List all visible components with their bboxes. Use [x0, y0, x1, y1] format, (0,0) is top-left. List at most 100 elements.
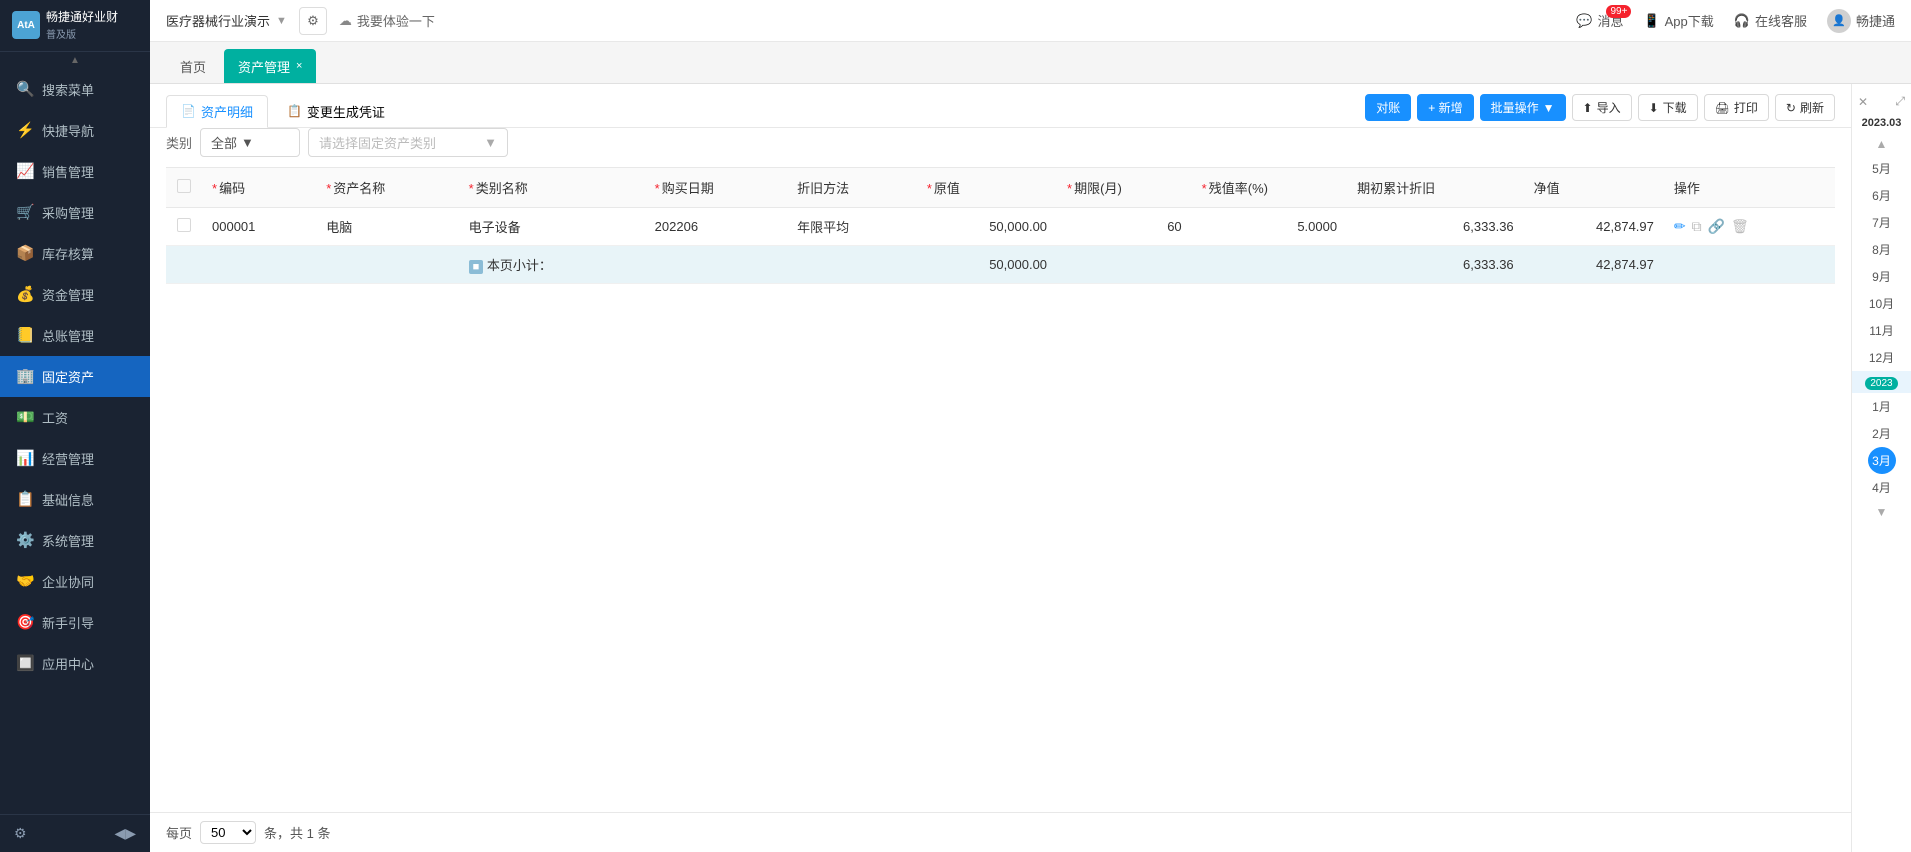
online-service-button[interactable]: 🎧 在线客服: [1734, 11, 1807, 30]
asset-table: *编码 *资产名称 *类别名称 *购买日期 折旧方法 *原值 *期限(月) *残…: [166, 167, 1835, 284]
header-purchase-date: *购买日期: [645, 168, 787, 208]
sidebar-item-guide[interactable]: 🎯新手引导: [0, 602, 150, 643]
sidebar-label-basic-info: 基础信息: [42, 490, 94, 509]
header-checkbox-cell: [166, 168, 202, 208]
purchase-icon: 🛒: [16, 203, 34, 221]
export-button[interactable]: ⬆ 导入: [1572, 94, 1632, 121]
cell-depreciation-method: 年限平均: [787, 208, 917, 246]
sidebar-item-fixed-assets[interactable]: 🏢 固定资产: [0, 356, 150, 397]
tabbar: 首页 资产管理 ×: [150, 42, 1911, 84]
subtab-asset-detail[interactable]: 📄 资产明细: [166, 95, 268, 128]
subtab-change-voucher[interactable]: 📋 变更生成凭证: [272, 95, 400, 127]
calendar-month-12月[interactable]: 12月: [1869, 344, 1894, 371]
sidebar-item-purchase[interactable]: 🛒采购管理: [0, 192, 150, 233]
company-selector[interactable]: 医疗器械行业演示 ▼: [166, 11, 287, 30]
print-button[interactable]: 🖨 打印: [1704, 94, 1769, 121]
logo-sub: 普及版: [46, 26, 118, 41]
subtotal-initial-accumulated: 6,333.36: [1347, 246, 1524, 284]
sidebar-item-inventory[interactable]: 📦库存核算: [0, 233, 150, 274]
tab-asset-label: 资产管理: [238, 57, 290, 76]
select-all-checkbox[interactable]: [177, 179, 191, 193]
pagination: 每页 50 20 100 200 条，共 1 条: [150, 812, 1851, 852]
calendar-month-1月[interactable]: 1月: [1868, 393, 1896, 420]
calendar-month-5月[interactable]: 5月: [1869, 155, 1894, 182]
app-download-button[interactable]: 📱 App下载: [1643, 11, 1713, 30]
sales-icon: 📈: [16, 162, 34, 180]
tab-asset-management[interactable]: 资产管理 ×: [224, 49, 316, 83]
calendar-month-10月[interactable]: 10月: [1869, 290, 1894, 317]
payroll-icon: 💵: [16, 408, 34, 426]
calendar-month-9月[interactable]: 9月: [1869, 263, 1894, 290]
content: 📄 资产明细 📋 变更生成凭证 对账 + 新增 批量操作 ▼ ⬆: [150, 84, 1911, 852]
copy-icon[interactable]: ⧉: [1692, 218, 1702, 235]
right-calendar-panel: ✕ ⤢ 2023.03 ▲ 5月6月7月8月9月10月11月12月 2023 1…: [1851, 84, 1911, 852]
link-icon[interactable]: 🔗: [1708, 218, 1725, 235]
calendar-month-4月[interactable]: 4月: [1868, 474, 1896, 501]
delete-icon[interactable]: 🗑: [1731, 218, 1749, 235]
settings-gear-button[interactable]: ⚙: [299, 7, 327, 35]
sidebar-label-capital: 资金管理: [42, 285, 94, 304]
calendar-up-arrow[interactable]: ▲: [1872, 133, 1892, 155]
calendar-close-icon[interactable]: ✕: [1858, 95, 1868, 109]
sidebar-item-quick-nav[interactable]: ⚡快捷导航: [0, 110, 150, 151]
calendar-month-6月[interactable]: 6月: [1869, 182, 1894, 209]
calendar-year-label: 2023.03: [1862, 115, 1902, 133]
main-area: 医疗器械行业演示 ▼ ⚙ ☁ 我要体验一下 💬 消息 99+ 📱 App下载 🎧…: [150, 0, 1911, 852]
batch-button[interactable]: 批量操作 ▼: [1480, 94, 1566, 121]
sidebar-item-capital[interactable]: 💰资金管理: [0, 274, 150, 315]
row-checkbox-cell: [166, 208, 202, 246]
row-checkbox[interactable]: [177, 218, 191, 232]
scroll-up-indicator[interactable]: ▲: [0, 52, 150, 69]
collapse-icon[interactable]: ◀▶: [114, 825, 136, 842]
experience-button[interactable]: ☁ 我要体验一下: [339, 11, 435, 30]
edit-icon[interactable]: ✏: [1674, 218, 1686, 235]
calendar-month-7月[interactable]: 7月: [1869, 209, 1894, 236]
calendar-month-8月[interactable]: 8月: [1869, 236, 1894, 263]
message-button[interactable]: 💬 消息 99+: [1576, 11, 1623, 30]
calendar-month-3月[interactable]: 3月: [1868, 447, 1896, 474]
tab-home[interactable]: 首页: [166, 49, 220, 83]
sidebar-label-guide: 新手引导: [42, 613, 94, 632]
fixed-assets-icon: 🏢: [16, 367, 34, 385]
quick-nav-icon: ⚡: [16, 121, 34, 139]
sidebar-item-sales[interactable]: 📈销售管理: [0, 151, 150, 192]
header-action: 操作: [1664, 168, 1835, 208]
cell-initial-accumulated: 6,333.36: [1347, 208, 1524, 246]
download-button[interactable]: ⬇ 下载: [1638, 94, 1698, 121]
header-category: *类别名称: [459, 168, 645, 208]
reconcile-button[interactable]: 对账: [1365, 94, 1411, 121]
service-icon: 🎧: [1734, 13, 1750, 29]
cell-period: 60: [1057, 208, 1192, 246]
sidebar-label-search: 搜索菜单: [42, 80, 94, 99]
sidebar: AtA 畅捷通好业财 普及版 ▲ 🔍搜索菜单⚡快捷导航📈销售管理🛒采购管理📦库存…: [0, 0, 150, 852]
sidebar-item-payroll[interactable]: 💵工资: [0, 397, 150, 438]
calendar-month-11月[interactable]: 11月: [1869, 317, 1894, 344]
sidebar-label-app-center: 应用中心: [42, 654, 94, 673]
category-type-select[interactable]: 全部 ▼: [200, 128, 300, 157]
calendar-down-arrow[interactable]: ▼: [1872, 501, 1892, 523]
sidebar-item-app-center[interactable]: 🔲应用中心: [0, 643, 150, 684]
header-period: *期限(月): [1057, 168, 1192, 208]
sidebar-label-general-ledger: 总账管理: [42, 326, 94, 345]
sidebar-item-search[interactable]: 🔍搜索菜单: [0, 69, 150, 110]
new-button[interactable]: + 新增: [1417, 94, 1473, 121]
change-voucher-icon: 📋: [287, 104, 302, 118]
table-header-row: *编码 *资产名称 *类别名称 *购买日期 折旧方法 *原值 *期限(月) *残…: [166, 168, 1835, 208]
category-search-input[interactable]: 请选择固定资产类别 ▼: [308, 128, 508, 157]
header-initial-accumulated: 期初累计折旧: [1347, 168, 1524, 208]
page-size-select[interactable]: 50 20 100 200: [200, 821, 256, 844]
calendar-expand-icon[interactable]: ⤢: [1895, 94, 1905, 109]
sidebar-label-fixed-assets: 固定资产: [42, 367, 94, 386]
refresh-button[interactable]: ↻ 刷新: [1775, 94, 1835, 121]
sidebar-item-enterprise[interactable]: 🤝企业协同: [0, 561, 150, 602]
topbar: 医疗器械行业演示 ▼ ⚙ ☁ 我要体验一下 💬 消息 99+ 📱 App下载 🎧…: [150, 0, 1911, 42]
sidebar-item-system[interactable]: ⚙️系统管理: [0, 520, 150, 561]
sidebar-item-operations[interactable]: 📊经营管理: [0, 438, 150, 479]
settings-icon[interactable]: ⚙: [14, 825, 27, 842]
sidebar-item-basic-info[interactable]: 📋基础信息: [0, 479, 150, 520]
sidebar-item-general-ledger[interactable]: 📒总账管理: [0, 315, 150, 356]
tab-close-button[interactable]: ×: [296, 60, 302, 72]
user-profile[interactable]: 👤 畅捷通: [1827, 9, 1895, 33]
calendar-month-2月[interactable]: 2月: [1868, 420, 1896, 447]
sidebar-label-inventory: 库存核算: [42, 244, 94, 263]
